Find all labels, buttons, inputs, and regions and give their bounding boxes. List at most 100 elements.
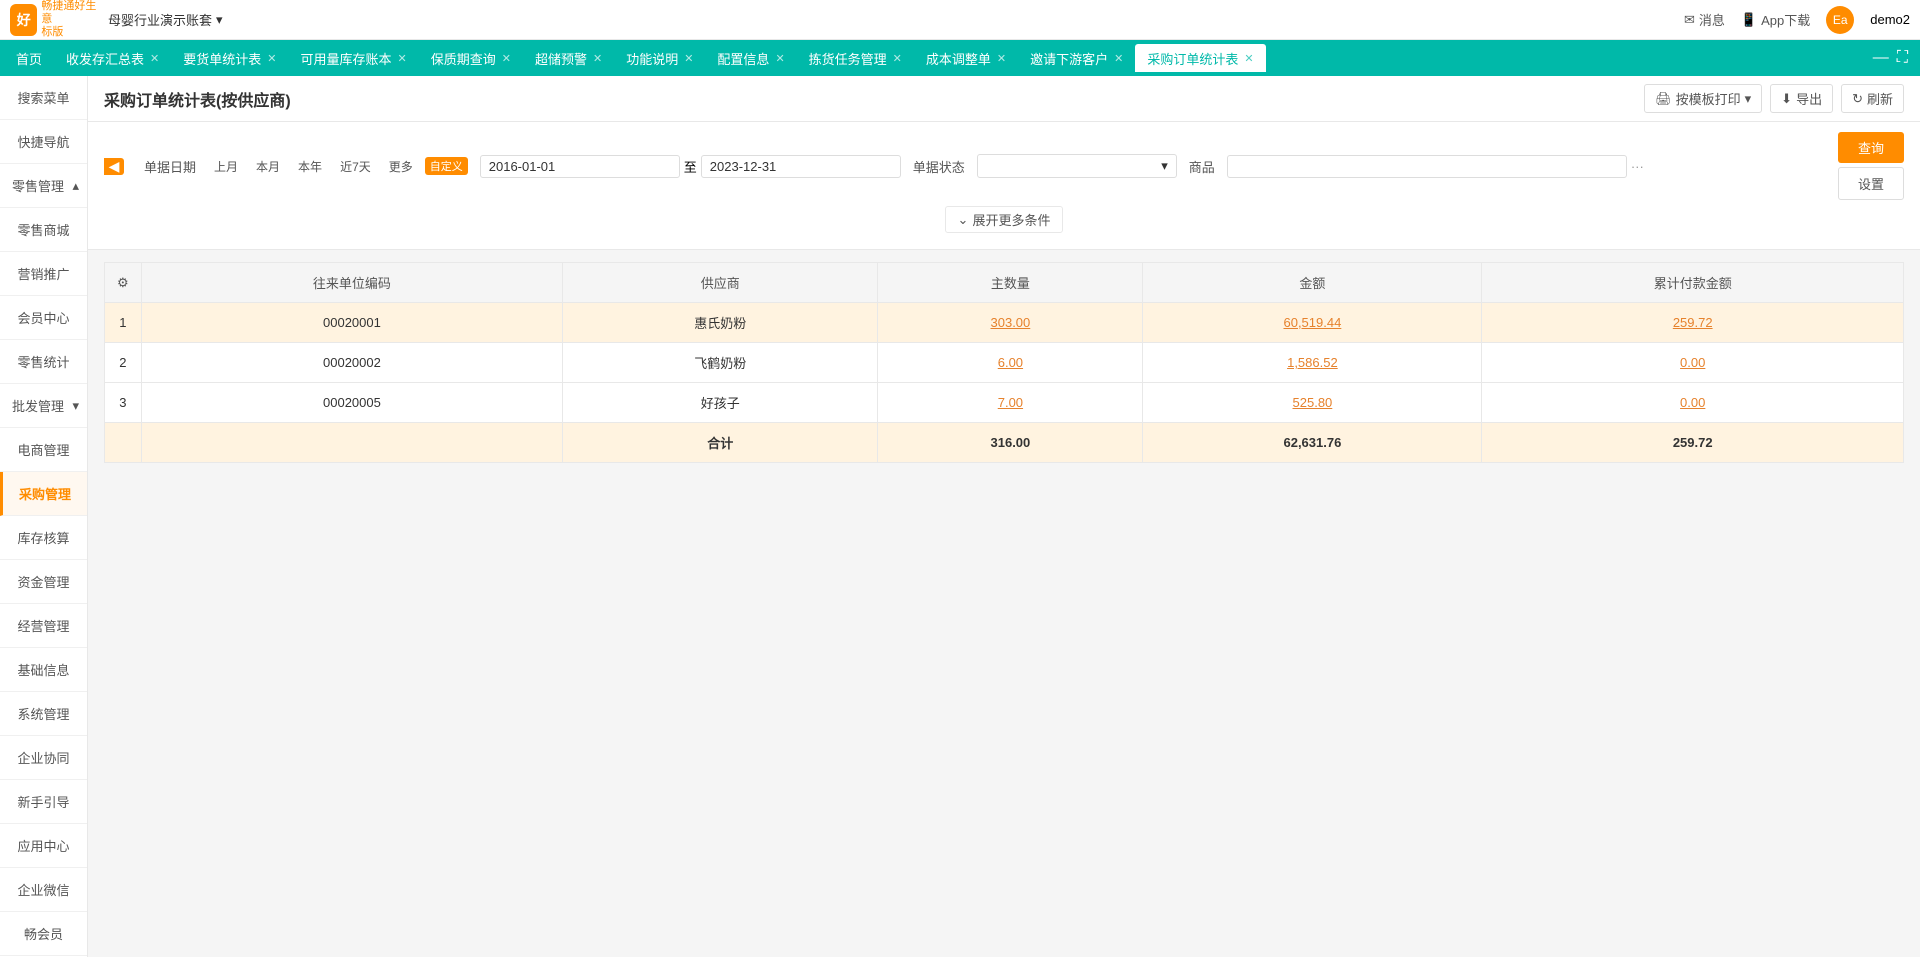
close-icon[interactable]: ✕	[997, 52, 1006, 65]
table-row: 1 00020001 惠氏奶粉 303.00 60,519.44 259.72	[105, 303, 1904, 343]
sidebar-item-retail-shop[interactable]: 零售商城	[0, 208, 87, 252]
company-selector[interactable]: 母婴行业演示账套 ▾	[108, 10, 227, 29]
row-amount[interactable]: 1,586.52	[1143, 343, 1482, 383]
date-to-input[interactable]	[701, 155, 901, 178]
tab-gongneng[interactable]: 功能说明 ✕	[614, 44, 705, 72]
avatar[interactable]: Ea	[1826, 6, 1854, 34]
sidebar-item-appcenter[interactable]: 应用中心	[0, 824, 87, 868]
close-icon[interactable]: ✕	[150, 52, 159, 65]
close-icon[interactable]: ✕	[1114, 52, 1123, 65]
sidebar-item-wechat[interactable]: 企业微信	[0, 868, 87, 912]
close-icon[interactable]: ✕	[267, 52, 276, 65]
tab-jianhuo[interactable]: 拣货任务管理 ✕	[797, 44, 914, 72]
row-qty[interactable]: 6.00	[878, 343, 1143, 383]
date-btn-this-year[interactable]: 本年	[292, 156, 328, 177]
sidebar-item-wholesale[interactable]: 批发管理 ▾	[0, 384, 87, 428]
tab-chaochu[interactable]: 超储预警 ✕	[523, 44, 614, 72]
minimize-icon[interactable]: —	[1873, 49, 1889, 67]
row-paid[interactable]: 259.72	[1482, 303, 1904, 343]
row-index: 2	[105, 343, 142, 383]
sidebar-item-system[interactable]: 系统管理	[0, 692, 87, 736]
sidebar-item-basic-info[interactable]: 基础信息	[0, 648, 87, 692]
sidebar-item-business[interactable]: 经营管理	[0, 604, 87, 648]
filter-collapse: ◀	[104, 158, 132, 175]
sidebar-item-member2[interactable]: 畅会员	[0, 912, 87, 956]
sidebar-item-member[interactable]: 会员中心	[0, 296, 87, 340]
status-select[interactable]: ▾	[977, 154, 1177, 178]
chevron-down-icon: ▾	[1161, 158, 1168, 174]
sidebar-item-marketing[interactable]: 营销推广	[0, 252, 87, 296]
export-button[interactable]: ⬇ 导出	[1770, 84, 1833, 113]
table-footer-row: 合计 316.00 62,631.76 259.72	[105, 423, 1904, 463]
app-download-button[interactable]: 📱 App下载	[1741, 10, 1810, 29]
tab-caigou-active[interactable]: 采购订单统计表 ✕	[1135, 44, 1265, 72]
close-icon[interactable]: ✕	[775, 52, 784, 65]
more-icon[interactable]: ···	[1631, 159, 1644, 174]
sidebar-item-inventory[interactable]: 库存核算	[0, 516, 87, 560]
tab-yaoqing[interactable]: 邀请下游客户 ✕	[1018, 44, 1135, 72]
export-icon: ⬇	[1781, 91, 1792, 107]
template-print-button[interactable]: 🖨 按模板打印 ▾	[1644, 84, 1762, 113]
row-amount[interactable]: 525.80	[1143, 383, 1482, 423]
custom-badge: 自定义	[425, 157, 468, 175]
footer-amount: 62,631.76	[1143, 423, 1482, 463]
row-amount[interactable]: 60,519.44	[1143, 303, 1482, 343]
expand-row: ⌄ 展开更多条件	[104, 200, 1904, 239]
date-btn-more[interactable]: 更多	[383, 156, 419, 177]
sidebar-item-quicknav[interactable]: 快捷导航	[0, 120, 87, 164]
sidebar-item-retail-mgmt[interactable]: 零售管理 ▴	[0, 164, 87, 208]
goods-filter: ···	[1227, 155, 1826, 178]
row-index: 3	[105, 383, 142, 423]
sidebar-item-newguide[interactable]: 新手引导	[0, 780, 87, 824]
sidebar-item-ecommerce[interactable]: 电商管理	[0, 428, 87, 472]
filter-area: ◀ 单据日期 上月 本月 本年 近7天 更多 自定义 至 单据状态	[88, 122, 1920, 250]
close-icon[interactable]: ✕	[893, 52, 902, 65]
date-btn-last-month[interactable]: 上月	[208, 156, 244, 177]
tab-keyongliang[interactable]: 可用量库存账本 ✕	[288, 44, 418, 72]
table-row: 3 00020005 好孩子 7.00 525.80 0.00	[105, 383, 1904, 423]
filter-toggle-icon[interactable]: ◀	[104, 158, 124, 175]
close-icon[interactable]: ✕	[684, 52, 693, 65]
print-icon: 🖨	[1655, 91, 1672, 107]
close-icon[interactable]: ✕	[1244, 52, 1253, 65]
download-icon: 📱	[1741, 12, 1757, 28]
row-paid[interactable]: 0.00	[1482, 383, 1904, 423]
footer-label: 合计	[563, 423, 878, 463]
sidebar-item-search[interactable]: 搜索菜单	[0, 76, 87, 120]
sidebar-item-finance[interactable]: 资金管理	[0, 560, 87, 604]
chevron-down-icon: ▾	[216, 12, 223, 28]
close-icon[interactable]: ✕	[502, 52, 511, 65]
date-from-input[interactable]	[480, 155, 680, 178]
date-btn-this-month[interactable]: 本月	[250, 156, 286, 177]
tab-home[interactable]: 首页	[4, 49, 54, 68]
close-icon[interactable]: ✕	[398, 52, 407, 65]
goods-input[interactable]	[1227, 155, 1627, 178]
sidebar-item-purchase[interactable]: 采购管理	[0, 472, 87, 516]
settings-icon[interactable]: ⚙	[117, 275, 129, 290]
sidebar-item-retail-stats[interactable]: 零售统计	[0, 340, 87, 384]
chevron-down-icon: ▾	[72, 398, 79, 414]
row-supplier: 惠氏奶粉	[563, 303, 878, 343]
date-btn-7days[interactable]: 近7天	[334, 156, 377, 177]
row-qty[interactable]: 7.00	[878, 383, 1143, 423]
tab-yaohuo[interactable]: 要货单统计表 ✕	[171, 44, 288, 72]
nav-tabs: 首页 收发存汇总表 ✕ 要货单统计表 ✕ 可用量库存账本 ✕ 保质期查询 ✕ 超…	[0, 40, 1920, 76]
sidebar-item-enterprise[interactable]: 企业协同	[0, 736, 87, 780]
tab-shoufacun[interactable]: 收发存汇总表 ✕	[54, 44, 171, 72]
close-icon[interactable]: ✕	[593, 52, 602, 65]
refresh-button[interactable]: ↻ 刷新	[1841, 84, 1904, 113]
setting-button[interactable]: 设置	[1838, 167, 1904, 200]
expand-more-button[interactable]: ⌄ 展开更多条件	[945, 206, 1064, 233]
tab-chengben[interactable]: 成本调整单 ✕	[914, 44, 1018, 72]
row-qty[interactable]: 303.00	[878, 303, 1143, 343]
query-button[interactable]: 查询	[1838, 132, 1904, 163]
table-container: ⚙ 往来单位编码 供应商 主数量 金额 累计付款金额 1 00020001 惠氏…	[88, 250, 1920, 957]
row-paid[interactable]: 0.00	[1482, 343, 1904, 383]
row-code: 00020002	[141, 343, 563, 383]
tab-peizhi[interactable]: 配置信息 ✕	[705, 44, 796, 72]
th-settings[interactable]: ⚙	[105, 263, 142, 303]
message-button[interactable]: ✉ 消息	[1684, 10, 1725, 29]
logo-icon: 好	[10, 4, 37, 36]
maximize-icon[interactable]: ⛶	[1897, 49, 1908, 67]
tab-baozhi[interactable]: 保质期查询 ✕	[419, 44, 523, 72]
